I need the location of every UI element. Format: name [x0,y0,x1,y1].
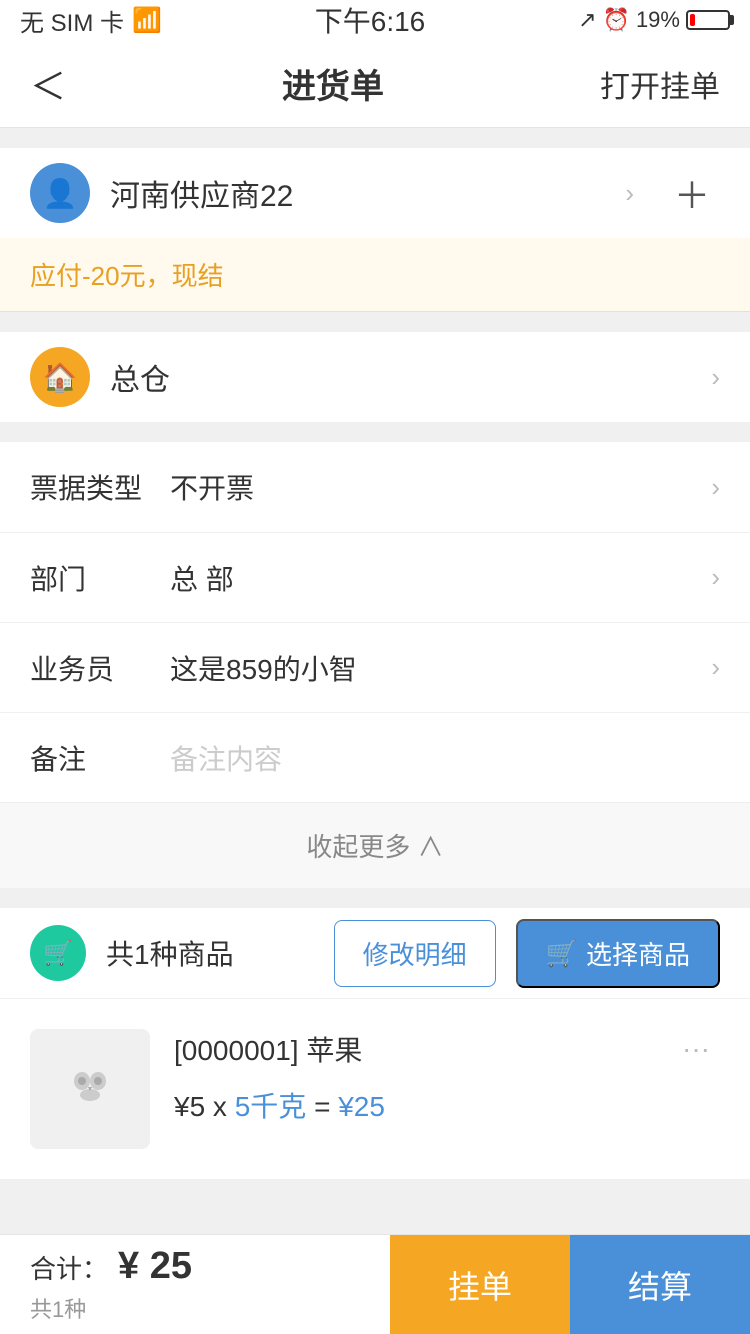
invoice-label: 票据类型 [30,467,170,507]
status-time: 下午6:16 [315,0,426,40]
product-price: ¥5 x 5千克 = ¥25 [174,1085,648,1125]
back-button[interactable]: ＜ [30,58,66,110]
total-label: 合计： [30,1249,108,1286]
battery-icon [686,10,730,30]
form-section: 票据类型 不开票 › 部门 总 部 › 业务员 这是859的小智 › 备注 备注… [0,442,750,802]
salesperson-value: 这是859的小智 [170,648,711,688]
hang-button[interactable]: 挂单 [390,1235,570,1334]
divider-top [0,128,750,148]
add-supplier-button[interactable]: ＋ [664,157,720,229]
warehouse-row[interactable]: 🏠 总仓 › [0,332,750,422]
total-price: ¥25 [338,1091,385,1122]
product-info: [0000001] 苹果 ¥5 x 5千克 = ¥25 [174,1029,648,1125]
bottom-bar: 合计： ¥ 25 共1种 挂单 结算 [0,1234,750,1334]
open-hang-button[interactable]: 打开挂单 [600,62,720,106]
salesperson-label: 业务员 [30,648,170,688]
battery-percentage: 19% [636,7,680,33]
status-carrier: 无 SIM 卡 📶 [20,3,162,38]
select-product-icon: 🛒 [546,938,578,969]
product-thumbnail [30,1029,150,1149]
supplier-avatar: 👤 [30,163,90,223]
select-product-button[interactable]: 🛒 选择商品 [516,919,720,988]
product-name: [0000001] 苹果 [174,1029,648,1069]
form-row-note[interactable]: 备注 备注内容 [0,712,750,802]
divider-2 [0,422,750,442]
unit-price: ¥5 x [174,1091,235,1122]
product-code: [0000001] 苹果 [174,1035,362,1066]
invoice-arrow-icon: › [711,472,720,503]
product-header: 🛒 共1种商品 修改明细 🛒 选择商品 [0,908,750,998]
collapse-button[interactable]: 收起更多 ∧ [0,802,750,888]
form-row-invoice[interactable]: 票据类型 不开票 › [0,442,750,532]
bottom-spacer [0,1179,750,1239]
salesperson-arrow-icon: › [711,652,720,683]
info-banner: 应付-20元，现结 [0,238,750,312]
location-icon: ↗ [578,7,596,33]
warehouse-icon: 🏠 [30,347,90,407]
status-bar: 无 SIM 卡 📶 下午6:16 ↗ ⏰ 19% [0,0,750,40]
quantity: 5千克 [235,1091,307,1122]
total-section: 合计： ¥ 25 共1种 [0,1235,390,1334]
dept-value: 总 部 [170,558,711,598]
divider-1 [0,312,750,332]
checkout-button[interactable]: 结算 [570,1235,750,1334]
product-more-button[interactable]: ··· [672,1029,720,1069]
product-thumb-icon [55,1049,125,1129]
dept-label: 部门 [30,558,170,598]
alarm-icon: ⏰ [603,7,630,33]
total-amount: ¥ 25 [118,1245,192,1288]
product-count: 共1种商品 [106,933,314,973]
nav-bar: ＜ 进货单 打开挂单 [0,40,750,128]
form-row-dept[interactable]: 部门 总 部 › [0,532,750,622]
note-placeholder: 备注内容 [170,738,720,778]
note-label: 备注 [30,738,170,778]
warehouse-name: 总仓 [110,355,711,399]
invoice-value: 不开票 [170,467,711,507]
supplier-arrow-icon: › [625,178,634,209]
carrier-text: 无 SIM 卡 [20,3,124,38]
warehouse-arrow-icon: › [711,362,720,393]
form-row-salesperson[interactable]: 业务员 这是859的小智 › [0,622,750,712]
product-icon: 🛒 [30,925,86,981]
modify-detail-button[interactable]: 修改明细 [334,920,496,987]
page-title: 进货单 [282,59,384,108]
dept-arrow-icon: › [711,562,720,593]
supplier-name: 河南供应商22 [110,171,625,215]
supplier-row[interactable]: 👤 河南供应商22 › ＋ [0,148,750,238]
total-count: 共1种 [30,1292,360,1324]
product-item: [0000001] 苹果 ¥5 x 5千克 = ¥25 ··· [0,998,750,1179]
price-eq: = [314,1091,338,1122]
status-right-icons: ↗ ⏰ 19% [578,7,730,33]
wifi-icon: 📶 [132,6,162,35]
